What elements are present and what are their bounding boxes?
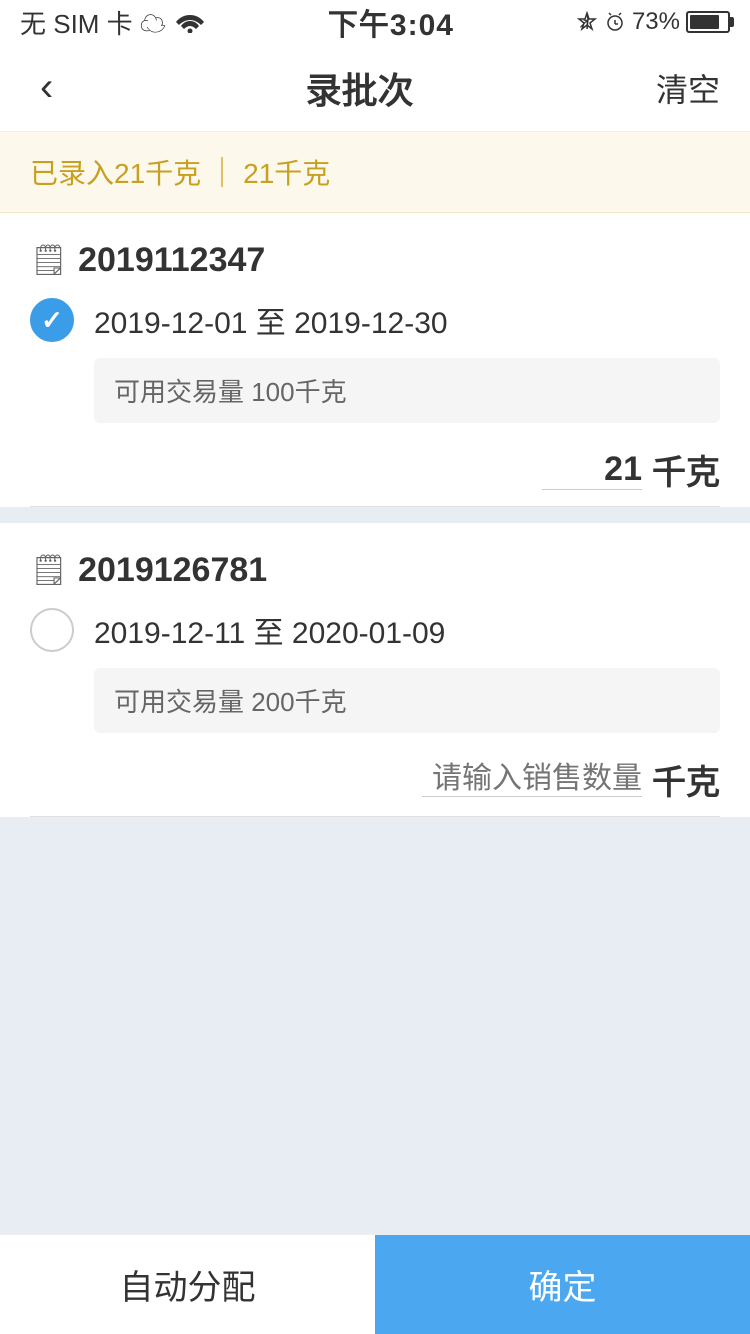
battery-percent: 73% <box>632 8 680 36</box>
batch-1-quantity-input[interactable] <box>542 450 642 490</box>
summary-value: 21千克 <box>243 152 330 192</box>
batch-1-unit: 千克 <box>652 445 720 494</box>
auto-distribute-button[interactable]: 自动分配 <box>0 1235 375 1334</box>
batch-1-header: 🗒 2019112347 <box>0 213 750 290</box>
battery-icon <box>686 11 730 33</box>
batch-1-id: 2019112347 <box>78 241 265 280</box>
bottom-bar: 自动分配 确定 <box>0 1234 750 1334</box>
batch-2-radio[interactable] <box>30 608 74 652</box>
nav-bar: ‹ 录批次 清空 <box>0 44 750 132</box>
wifi-icon <box>174 11 206 33</box>
summary-label: 已录入21千克 <box>30 152 201 192</box>
batch-2-availability: 可用交易量 200千克 <box>94 668 720 733</box>
summary-bar: 已录入21千克 21千克 <box>0 132 750 213</box>
batch-1-icon: 🗒 <box>30 243 68 278</box>
batch-1-radio[interactable] <box>30 298 74 342</box>
batch-1-row[interactable]: 2019-12-01 至 2019-12-30 <box>0 290 750 352</box>
status-right: ↗ 73% <box>576 8 730 36</box>
batch-1-availability: 可用交易量 100千克 <box>94 358 720 423</box>
batch-2-quantity-input[interactable] <box>422 762 642 797</box>
batch-2-unit: 千克 <box>652 755 720 804</box>
no-sim-label: 无 SIM 卡 ☁ <box>20 4 166 41</box>
batch-2-icon: 🗒 <box>30 553 68 588</box>
section-divider <box>0 507 750 523</box>
alarm-icon <box>604 11 626 33</box>
back-button[interactable]: ‹ <box>30 55 63 120</box>
batch-card-1: 🗒 2019112347 2019-12-01 至 2019-12-30 可用交… <box>0 213 750 507</box>
batch-1-date: 2019-12-01 至 2019-12-30 <box>94 298 448 342</box>
batch-1-quantity-row: 千克 <box>0 429 750 506</box>
location-icon: ↗ <box>576 11 598 33</box>
batch-2-id: 2019126781 <box>78 551 267 590</box>
status-time: 下午3:04 <box>328 0 454 44</box>
empty-area <box>0 817 750 1257</box>
summary-divider <box>221 157 223 187</box>
batch-2-date: 2019-12-11 至 2020-01-09 <box>94 608 445 652</box>
clear-button[interactable]: 清空 <box>656 65 720 111</box>
batch-card-2: 🗒 2019126781 2019-12-11 至 2020-01-09 可用交… <box>0 523 750 817</box>
status-left: 无 SIM 卡 ☁ <box>20 4 206 41</box>
confirm-button[interactable]: 确定 <box>375 1235 750 1334</box>
batch-2-quantity-row: 千克 <box>0 739 750 816</box>
status-bar: 无 SIM 卡 ☁ 下午3:04 ↗ 73% <box>0 0 750 44</box>
batch-2-header: 🗒 2019126781 <box>0 523 750 600</box>
batch-2-row[interactable]: 2019-12-11 至 2020-01-09 <box>0 600 750 662</box>
page-title: 录批次 <box>306 62 414 114</box>
svg-text:↗: ↗ <box>578 15 590 31</box>
content-area: 🗒 2019112347 2019-12-01 至 2019-12-30 可用交… <box>0 213 750 1257</box>
